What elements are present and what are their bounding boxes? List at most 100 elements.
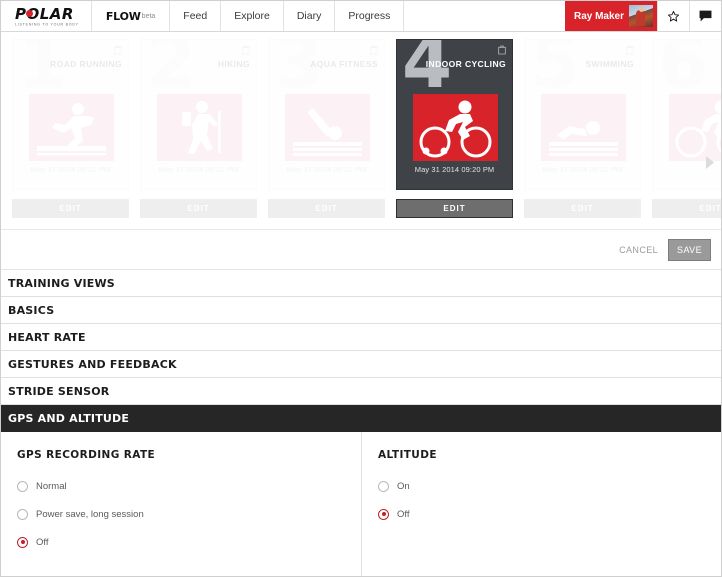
sport-card-swimming[interactable]: 5 SWIMMING May 31 2014 09:20 PM xyxy=(524,39,641,190)
carousel-next-button[interactable] xyxy=(703,154,717,170)
logo-tagline: LISTENING TO YOUR BODY xyxy=(15,21,79,26)
logo-wordmark: POLAR xyxy=(15,4,74,23)
sport-pictogram-swimming xyxy=(541,94,626,161)
gps-altitude-panel: GPS RECORDING RATE Normal Power save, lo… xyxy=(1,432,721,576)
gps-option-power-save[interactable]: Power save, long session xyxy=(17,505,361,523)
edit-button-indoor-cycling[interactable]: EDIT xyxy=(396,199,513,218)
sport-card-column: 6 CY EDIT xyxy=(652,39,721,218)
radio-icon[interactable] xyxy=(378,480,389,492)
polar-logo[interactable]: POLAR LISTENING TO YOUR BODY xyxy=(1,1,92,31)
form-action-bar: CANCEL SAVE xyxy=(1,230,721,270)
gps-option-off[interactable]: Off xyxy=(17,533,361,551)
nav-item-progress[interactable]: Progress xyxy=(335,1,405,31)
edit-button-partial[interactable]: EDIT xyxy=(652,199,721,218)
radio-icon[interactable] xyxy=(17,508,28,520)
sport-card-column: 5 SWIMMING May 31 2014 09:20 PM EDIT xyxy=(524,39,652,218)
cycling-icon xyxy=(675,100,721,158)
altitude-option-on[interactable]: On xyxy=(378,477,721,495)
sport-card-road-running[interactable]: 1 ROAD RUNNING May 31 2014 09:20 PM xyxy=(12,39,129,190)
sport-profile-carousel: 1 ROAD RUNNING May 31 2014 09:20 PM EDIT… xyxy=(1,32,721,230)
avatar xyxy=(629,5,653,27)
radio-icon[interactable] xyxy=(17,480,28,492)
trash-icon[interactable] xyxy=(242,45,250,55)
logo-red-dot xyxy=(25,10,33,17)
card-date: May 31 2014 09:20 PM xyxy=(542,165,623,174)
accordion-label: BASICS xyxy=(8,303,55,317)
accordion-label: GPS AND ALTITUDE xyxy=(8,411,130,425)
nav-item-diary[interactable]: Diary xyxy=(284,1,336,31)
gps-option-label: Normal xyxy=(36,480,67,492)
sport-pictogram-cycling xyxy=(413,94,498,161)
settings-accordion: TRAINING VIEWS BASICS HEART RATE GESTURE… xyxy=(1,270,721,432)
swimming-icon xyxy=(549,121,618,156)
card-title: INDOOR CYCLING xyxy=(425,59,506,69)
gps-recording-rate-group: GPS RECORDING RATE Normal Power save, lo… xyxy=(1,432,362,576)
card-date: May 31 2014 09:20 PM xyxy=(414,165,495,174)
flow-brand[interactable]: FLOW beta xyxy=(92,1,171,31)
edit-button-swimming[interactable]: EDIT xyxy=(524,199,641,218)
trash-icon[interactable] xyxy=(498,45,506,55)
sport-card-list: 1 ROAD RUNNING May 31 2014 09:20 PM EDIT… xyxy=(1,39,721,218)
edit-button-hiking[interactable]: EDIT xyxy=(140,199,257,218)
altitude-option-label: On xyxy=(397,480,410,492)
card-title: ROAD RUNNING xyxy=(50,59,122,69)
flow-beta-badge: beta xyxy=(141,12,156,20)
nav-item-feed[interactable]: Feed xyxy=(170,1,222,31)
card-date: May 31 2014 09:20 PM xyxy=(30,165,111,174)
user-menu[interactable]: Ray Maker xyxy=(564,1,657,31)
accordion-item-gps-and-altitude[interactable]: GPS AND ALTITUDE xyxy=(1,405,721,432)
trash-icon[interactable] xyxy=(114,45,122,55)
accordion-item-stride-sensor[interactable]: STRIDE SENSOR xyxy=(1,378,721,405)
sport-card-column: 4 INDOOR CYCLING May 31 2014 09:20 PM ED… xyxy=(396,39,524,218)
gps-option-label: Off xyxy=(36,536,49,548)
sport-card-indoor-cycling[interactable]: 4 INDOOR CYCLING May 31 2014 09:20 PM xyxy=(396,39,513,190)
radio-icon-selected[interactable] xyxy=(378,508,389,520)
favorites-button[interactable] xyxy=(657,1,689,31)
accordion-item-heart-rate[interactable]: HEART RATE xyxy=(1,324,721,351)
nav-item-explore[interactable]: Explore xyxy=(221,1,284,31)
accordion-label: HEART RATE xyxy=(8,330,86,344)
card-date: May 31 2014 09:20 PM xyxy=(286,165,367,174)
sport-card-column: 1 ROAD RUNNING May 31 2014 09:20 PM EDIT xyxy=(12,39,140,218)
sport-card-aqua-fitness[interactable]: 3 AQUA FITNESS May 31 2014 09:20 PM xyxy=(268,39,385,190)
card-title: AQUA FITNESS xyxy=(310,59,378,69)
altitude-group: ALTITUDE On Off xyxy=(362,432,721,576)
altitude-option-off[interactable]: Off xyxy=(378,505,721,523)
accordion-item-training-views[interactable]: TRAINING VIEWS xyxy=(1,270,721,297)
altitude-heading: ALTITUDE xyxy=(378,449,437,461)
app-header: POLAR LISTENING TO YOUR BODY FLOW beta Fe… xyxy=(1,1,721,32)
accordion-item-gestures-and-feedback[interactable]: GESTURES AND FEEDBACK xyxy=(1,351,721,378)
sport-card-column: 2 HIKING May 31 2014 09:20 PM EDIT xyxy=(140,39,268,218)
cancel-button[interactable]: CANCEL xyxy=(619,245,658,255)
messages-button[interactable] xyxy=(689,1,721,31)
message-icon xyxy=(699,10,712,22)
edit-button-aqua-fitness[interactable]: EDIT xyxy=(268,199,385,218)
save-button[interactable]: SAVE xyxy=(668,238,711,261)
gps-option-normal[interactable]: Normal xyxy=(17,477,361,495)
accordion-label: STRIDE SENSOR xyxy=(8,384,110,398)
sport-card-hiking[interactable]: 2 HIKING May 31 2014 09:20 PM xyxy=(140,39,257,190)
sport-pictogram-running xyxy=(29,94,114,161)
radio-icon-selected[interactable] xyxy=(17,536,28,548)
chevron-right-icon xyxy=(706,155,714,169)
accordion-label: GESTURES AND FEEDBACK xyxy=(8,357,177,371)
trash-icon[interactable] xyxy=(626,45,634,55)
user-name-label: Ray Maker xyxy=(573,10,624,22)
sport-pictogram-aqua xyxy=(285,94,370,161)
card-title: CY xyxy=(653,59,721,69)
sport-pictogram-cycling-partial xyxy=(669,94,721,161)
flow-label: FLOW xyxy=(105,9,141,23)
accordion-item-basics[interactable]: BASICS xyxy=(1,297,721,324)
sport-pictogram-hiking xyxy=(157,94,242,161)
star-icon xyxy=(667,10,680,22)
card-title: SWIMMING xyxy=(585,59,634,69)
hiking-icon xyxy=(182,101,221,154)
running-icon xyxy=(37,103,106,156)
altitude-option-label: Off xyxy=(397,508,410,520)
edit-button-road-running[interactable]: EDIT xyxy=(12,199,129,218)
aqua-icon xyxy=(293,108,362,156)
polar-flow-app: POLAR LISTENING TO YOUR BODY FLOW beta Fe… xyxy=(0,0,722,577)
trash-icon[interactable] xyxy=(370,45,378,55)
cycling-icon xyxy=(419,100,492,158)
accordion-label: TRAINING VIEWS xyxy=(8,276,115,290)
